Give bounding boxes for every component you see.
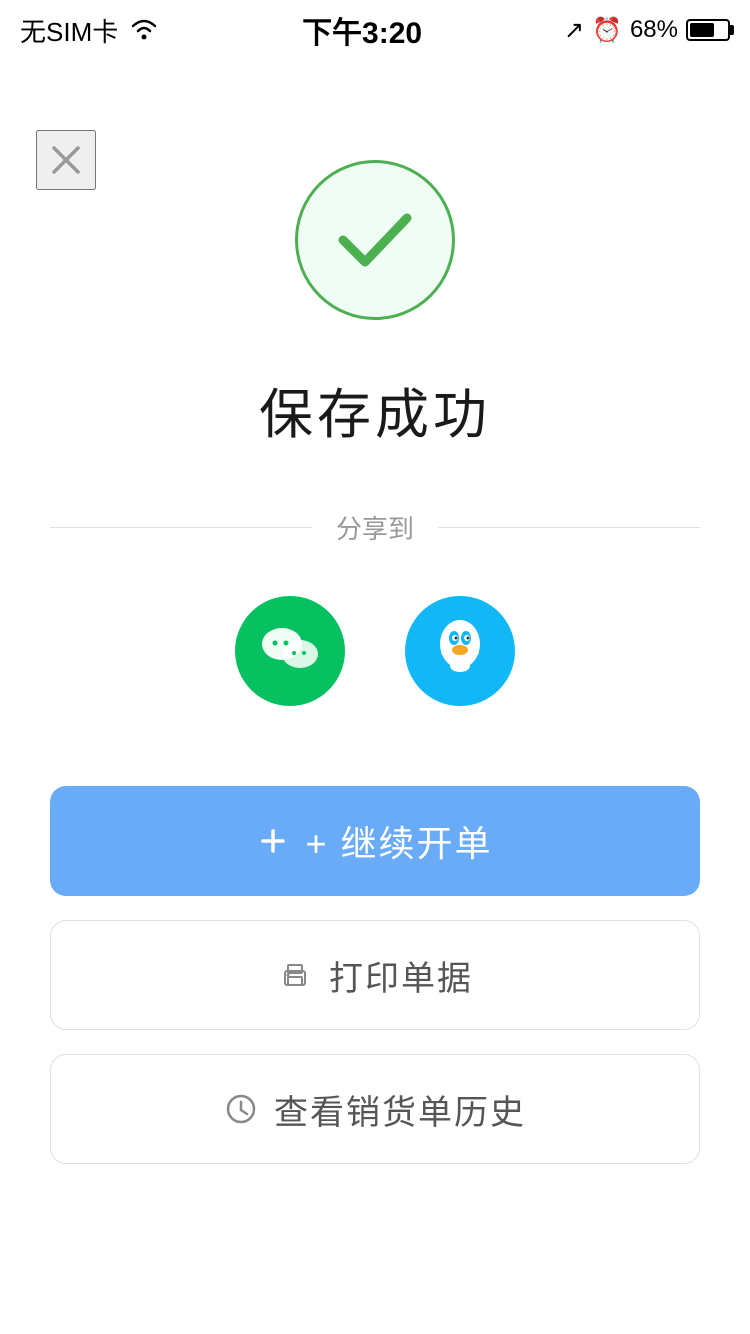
checkmark-icon bbox=[335, 208, 415, 272]
wifi-icon bbox=[128, 18, 160, 42]
continue-button[interactable]: + 继续开单 bbox=[50, 786, 700, 896]
history-label: 查看销货单历史 bbox=[274, 1085, 526, 1134]
status-right: ↗ ⏰ 68% bbox=[564, 16, 730, 45]
qq-logo-icon bbox=[430, 616, 490, 686]
status-left: 无SIM卡 bbox=[20, 12, 160, 49]
share-label: 分享到 bbox=[312, 509, 438, 546]
close-button[interactable] bbox=[36, 130, 96, 190]
divider-right bbox=[438, 527, 700, 528]
carrier-label: 无SIM卡 bbox=[20, 12, 118, 49]
success-circle bbox=[295, 160, 455, 320]
share-icons bbox=[235, 596, 515, 706]
main-content: 保存成功 分享到 bbox=[0, 60, 750, 1334]
history-icon bbox=[224, 1092, 258, 1126]
divider-left bbox=[50, 527, 312, 528]
alarm-icon: ⏰ bbox=[592, 16, 622, 45]
status-time: 下午3:20 bbox=[302, 8, 422, 52]
battery-bar bbox=[686, 19, 730, 41]
print-label: 打印单据 bbox=[329, 951, 473, 1000]
wechat-logo-icon bbox=[258, 624, 322, 678]
battery-pct: 68% bbox=[630, 16, 678, 44]
status-bar: 无SIM卡 下午3:20 ↗ ⏰ 68% bbox=[0, 0, 750, 60]
close-icon bbox=[48, 142, 84, 178]
continue-label: + 继续开单 bbox=[305, 815, 492, 867]
wechat-share-button[interactable] bbox=[235, 596, 345, 706]
print-button[interactable]: 打印单据 bbox=[50, 920, 700, 1030]
print-icon bbox=[277, 957, 313, 993]
qq-share-button[interactable] bbox=[405, 596, 515, 706]
location-icon: ↗ bbox=[564, 16, 584, 45]
share-divider: 分享到 bbox=[0, 509, 750, 546]
history-button[interactable]: 查看销货单历史 bbox=[50, 1054, 700, 1164]
plus-icon bbox=[257, 825, 289, 857]
success-title: 保存成功 bbox=[259, 370, 491, 449]
battery-fill bbox=[690, 23, 714, 37]
buttons-container: + 继续开单 打印单据 查看销货单历史 bbox=[0, 786, 750, 1164]
